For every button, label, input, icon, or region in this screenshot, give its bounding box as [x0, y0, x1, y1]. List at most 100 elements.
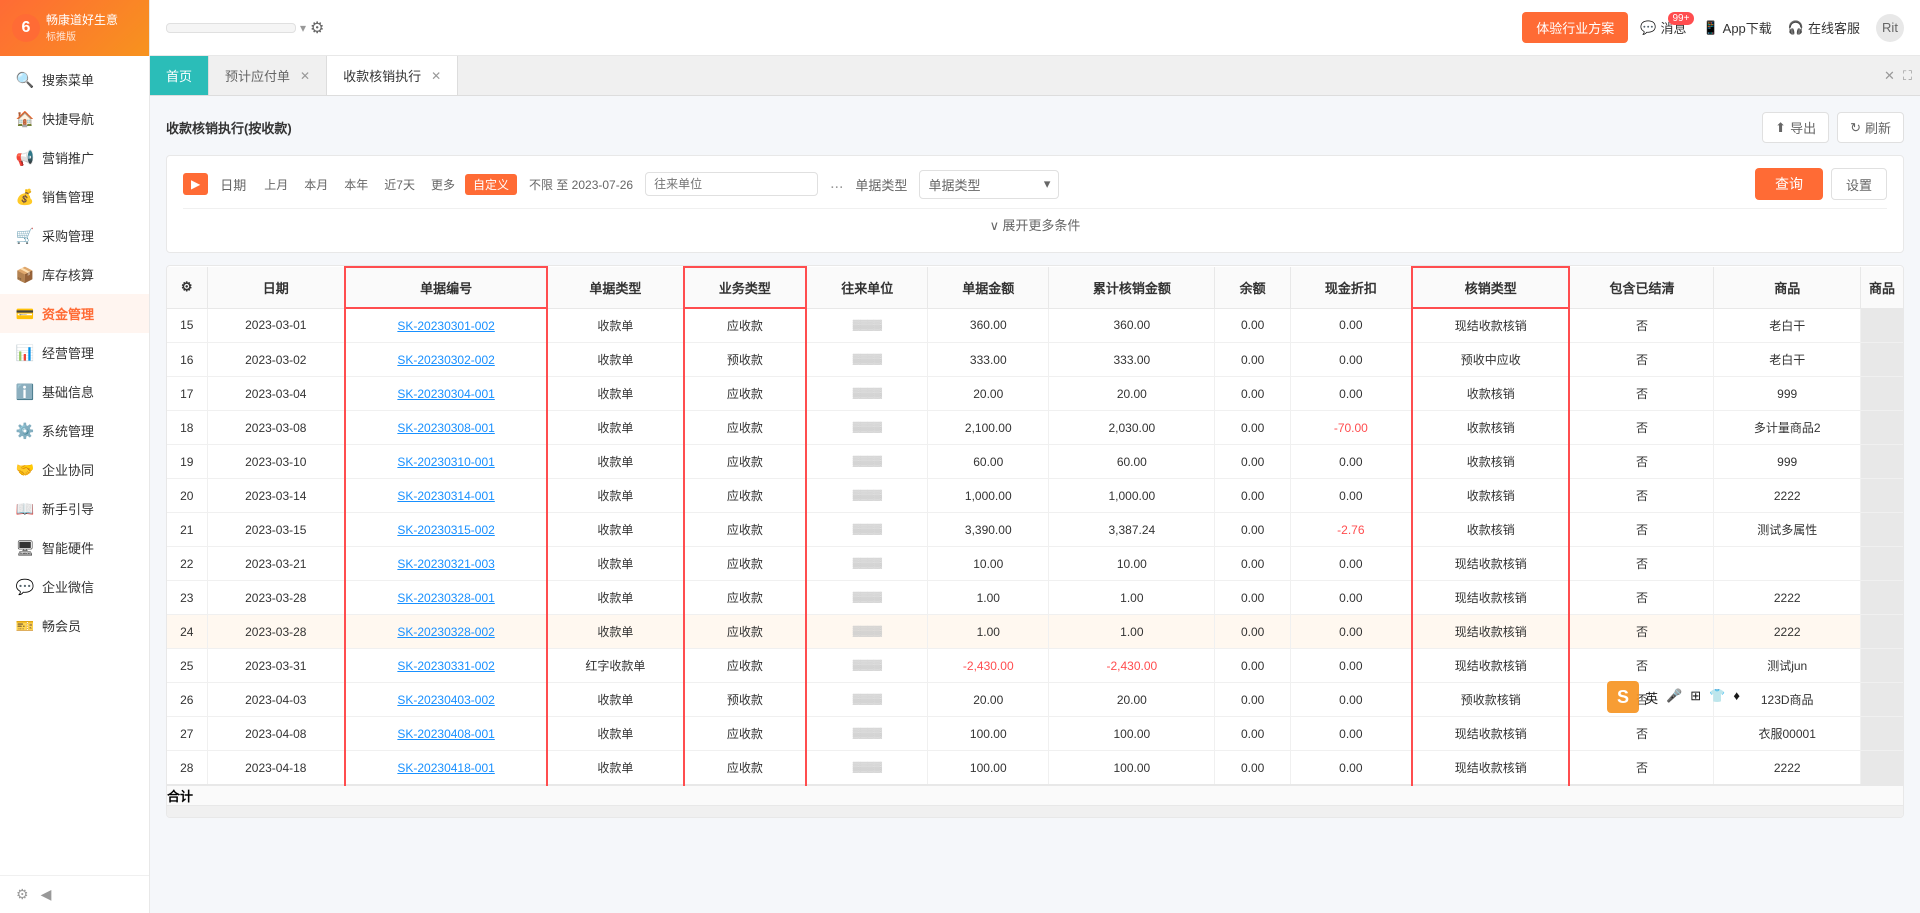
- cell-order-no[interactable]: SK-20230310-001: [345, 445, 547, 479]
- avatar[interactable]: Rit: [1876, 14, 1904, 42]
- sidebar-item-sys[interactable]: ⚙️系统管理: [0, 411, 149, 450]
- filter-7days-btn[interactable]: 近7天: [378, 174, 421, 195]
- cell-goods-img: [1860, 479, 1903, 513]
- tab-fullscreen-icon[interactable]: ⛶: [1903, 68, 1912, 84]
- sidebar-item-wechat[interactable]: 💬企业微信: [0, 567, 149, 606]
- cell-order-type: 收款单: [547, 513, 684, 547]
- cell-order-no[interactable]: SK-20230308-001: [345, 411, 547, 445]
- sidebar-item-quick-nav[interactable]: 🏠快捷导航: [0, 99, 149, 138]
- filter-this-year-btn[interactable]: 本年: [338, 174, 374, 195]
- cell-balance: 0.00: [1215, 683, 1290, 717]
- tab-close-all-icon[interactable]: ✕: [1884, 68, 1895, 84]
- th-include: 包含已结清: [1569, 267, 1713, 308]
- cell-verify-type: 收款核销: [1412, 411, 1570, 445]
- app-download-button[interactable]: 📱 App下载: [1702, 18, 1771, 37]
- cell-biz-type: 应收款: [684, 308, 807, 343]
- cell-order-no[interactable]: SK-20230304-001: [345, 377, 547, 411]
- filter-expand-arrow[interactable]: ▶: [183, 173, 208, 195]
- cell-balance: 0.00: [1215, 751, 1290, 786]
- cell-order-no[interactable]: SK-20230301-002: [345, 308, 547, 343]
- cell-balance: 0.00: [1215, 308, 1290, 343]
- filter-this-month-btn[interactable]: 本月: [298, 174, 334, 195]
- table-row: 282023-04-18SK-20230418-001收款单应收款▓▓▓▓100…: [167, 751, 1903, 786]
- cell-discount: 0.00: [1290, 751, 1412, 786]
- cell-order-no[interactable]: SK-20230302-002: [345, 343, 547, 377]
- sidebar-bottom: ⚙ ◀: [0, 875, 149, 913]
- purchase-icon: 🛒: [16, 227, 34, 245]
- cell-balance: 0.00: [1215, 411, 1290, 445]
- settings-icon[interactable]: ⚙: [16, 886, 29, 903]
- sidebar-item-basic[interactable]: ℹ️基础信息: [0, 372, 149, 411]
- sidebar-item-ops[interactable]: 📊经营管理: [0, 333, 149, 372]
- collapse-icon[interactable]: ◀: [41, 886, 52, 903]
- gear-icon[interactable]: ⚙: [310, 18, 324, 38]
- cell-no: 17: [167, 377, 207, 411]
- filter-last-month-btn[interactable]: 上月: [258, 174, 294, 195]
- filter-query-button[interactable]: 查询: [1755, 168, 1823, 200]
- filter-date-buttons: 上月 本月 本年 近7天 更多 自定义: [258, 174, 517, 195]
- message-button[interactable]: 💬 消息 99+: [1640, 18, 1686, 37]
- sidebar-item-stock[interactable]: 📦库存核算: [0, 255, 149, 294]
- marketing-icon: 📢: [16, 149, 34, 167]
- online-service-button[interactable]: 🎧 在线客服: [1788, 18, 1860, 37]
- sidebar-item-member[interactable]: 🎫畅会员: [0, 606, 149, 645]
- filter-expand-more[interactable]: ∨ 展开更多条件: [183, 208, 1887, 240]
- th-order-type: 单据类型: [547, 267, 684, 308]
- tab-shoukuan[interactable]: 收款核销执行 ✕: [327, 56, 458, 95]
- export-button[interactable]: ⬆ 导出: [1762, 112, 1829, 143]
- tab-yingfudan-close-icon[interactable]: ✕: [300, 69, 310, 83]
- cell-order-no[interactable]: SK-20230321-003: [345, 547, 547, 581]
- cell-partner: ▓▓▓▓: [806, 343, 928, 377]
- page-actions: ⬆ 导出 ↻ 刷新: [1762, 112, 1904, 143]
- cell-date: 2023-03-10: [207, 445, 345, 479]
- industry-solution-button[interactable]: 体验行业方案: [1522, 12, 1628, 43]
- cell-no: 22: [167, 547, 207, 581]
- cell-order-no[interactable]: SK-20230315-002: [345, 513, 547, 547]
- sidebar-item-guide[interactable]: 📖新手引导: [0, 489, 149, 528]
- sidebar-item-purchase[interactable]: 🛒采购管理: [0, 216, 149, 255]
- table-row: 222023-03-21SK-20230321-003收款单应收款▓▓▓▓10.…: [167, 547, 1903, 581]
- horizontal-scrollbar[interactable]: [167, 805, 1903, 817]
- table-row: 162023-03-02SK-20230302-002收款单预收款▓▓▓▓333…: [167, 343, 1903, 377]
- sidebar-item-sales[interactable]: 💰销售管理: [0, 177, 149, 216]
- sidebar-item-search[interactable]: 🔍搜索菜单: [0, 60, 149, 99]
- filter-unit-input[interactable]: [645, 172, 818, 196]
- cell-no: 18: [167, 411, 207, 445]
- table-container: ⚙ 日期 单据编号 单据类型 业务类型 往来单位 单据金额 累计核销金额 余额 …: [166, 265, 1904, 818]
- cell-amount: 100.00: [928, 717, 1049, 751]
- sidebar-item-hardware[interactable]: 🖥智能硬件: [0, 528, 149, 567]
- cell-order-type: 红字收款单: [547, 649, 684, 683]
- cell-order-no[interactable]: SK-20230408-001: [345, 717, 547, 751]
- sidebar-item-finance[interactable]: 💳资金管理: [0, 294, 149, 333]
- refresh-button[interactable]: ↻ 刷新: [1837, 112, 1904, 143]
- table-scroll[interactable]: ⚙ 日期 单据编号 单据类型 业务类型 往来单位 单据金额 累计核销金额 余额 …: [167, 266, 1903, 805]
- filter-set-button[interactable]: 设置: [1831, 168, 1887, 200]
- filter-custom-btn[interactable]: 自定义: [465, 174, 517, 195]
- cell-order-type: 收款单: [547, 615, 684, 649]
- cell-order-no[interactable]: SK-20230331-002: [345, 649, 547, 683]
- cell-order-no[interactable]: SK-20230328-002: [345, 615, 547, 649]
- cell-order-no[interactable]: SK-20230403-002: [345, 683, 547, 717]
- cell-order-no[interactable]: SK-20230418-001: [345, 751, 547, 786]
- tab-shoukuan-close-icon[interactable]: ✕: [431, 69, 441, 83]
- cell-order-no[interactable]: SK-20230314-001: [345, 479, 547, 513]
- topbar-right: 💬 消息 99+ 📱 App下载 🎧 在线客服 Rit: [1640, 14, 1904, 42]
- tab-home[interactable]: 首页: [150, 56, 209, 95]
- cell-verify-type: 收款核销: [1412, 479, 1570, 513]
- cell-discount: 0.00: [1290, 445, 1412, 479]
- cell-biz-type: 应收款: [684, 717, 807, 751]
- cell-order-type: 收款单: [547, 377, 684, 411]
- sidebar-item-corp[interactable]: 🤝企业协同: [0, 450, 149, 489]
- cell-include: 否: [1569, 683, 1713, 717]
- message-badge: 99+: [1668, 12, 1695, 25]
- th-partner: 往来单位: [806, 267, 928, 308]
- breadcrumb-input[interactable]: [166, 23, 296, 33]
- filter-more-btn[interactable]: 更多: [425, 174, 461, 195]
- sidebar-item-marketing[interactable]: 📢营销推广: [0, 138, 149, 177]
- cell-order-no[interactable]: SK-20230328-001: [345, 581, 547, 615]
- filter-type-select[interactable]: 单据类型 ▾: [919, 170, 1059, 199]
- tab-yingfudan[interactable]: 预计应付单 ✕: [209, 56, 327, 95]
- th-goods2: 商品: [1860, 267, 1903, 308]
- cell-order-type: 收款单: [547, 717, 684, 751]
- cell-include: 否: [1569, 445, 1713, 479]
